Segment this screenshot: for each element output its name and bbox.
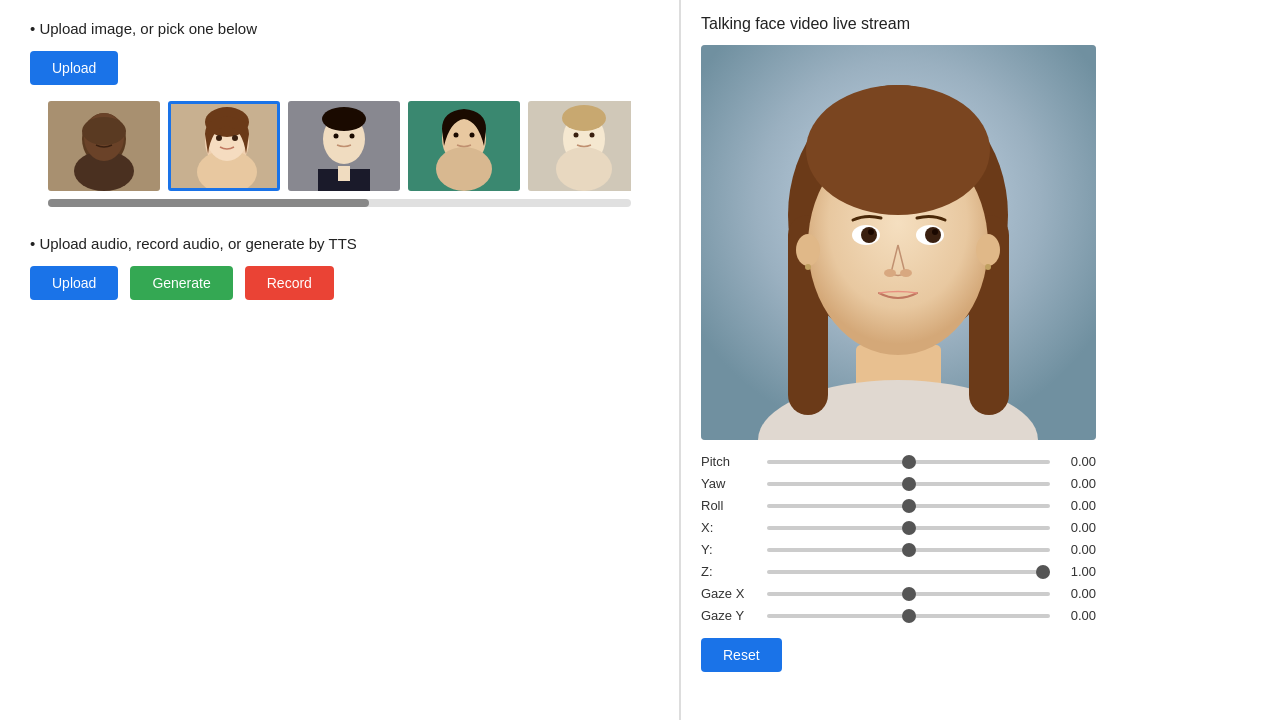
slider-label-0: Pitch	[701, 454, 759, 469]
image-section-title: • Upload image, or pick one below	[30, 20, 649, 37]
slider-value-6: 0.00	[1058, 586, 1096, 601]
slider-row-yaw: Yaw 0.00	[701, 476, 1096, 491]
generate-button[interactable]: Generate	[130, 266, 232, 300]
svg-point-19	[334, 134, 339, 139]
portrait-thumb-5[interactable]	[528, 101, 631, 191]
slider-row-y-: Y: 0.00	[701, 542, 1096, 557]
svg-point-24	[454, 133, 459, 138]
audio-section: • Upload audio, record audio, or generat…	[30, 235, 649, 300]
slider-input-4[interactable]	[767, 548, 1050, 552]
svg-point-50	[805, 264, 811, 270]
face-video-display	[701, 45, 1096, 440]
svg-point-44	[868, 229, 874, 235]
slider-label-2: Roll	[701, 498, 759, 513]
svg-point-46	[884, 269, 896, 277]
portrait-thumb-1[interactable]	[48, 101, 160, 191]
slider-input-2[interactable]	[767, 504, 1050, 508]
slider-value-3: 0.00	[1058, 520, 1096, 535]
slider-value-0: 0.00	[1058, 454, 1096, 469]
svg-point-45	[932, 229, 938, 235]
image-strip-scrollbar[interactable]	[48, 199, 631, 207]
svg-point-23	[436, 147, 492, 191]
left-panel: • Upload image, or pick one below Upload…	[0, 0, 680, 720]
image-upload-section: • Upload image, or pick one below Upload…	[30, 20, 649, 207]
svg-point-29	[562, 105, 606, 131]
svg-point-51	[985, 264, 991, 270]
slider-input-1[interactable]	[767, 482, 1050, 486]
slider-value-5: 1.00	[1058, 564, 1096, 579]
record-button[interactable]: Record	[245, 266, 334, 300]
slider-label-5: Z:	[701, 564, 759, 579]
portrait-thumb-2[interactable]	[168, 101, 280, 191]
slider-value-4: 0.00	[1058, 542, 1096, 557]
svg-point-12	[216, 135, 222, 141]
upload-image-button[interactable]: Upload	[30, 51, 118, 85]
slider-row-roll: Roll 0.00	[701, 498, 1096, 513]
svg-point-30	[574, 133, 579, 138]
svg-point-39	[806, 85, 990, 215]
reset-button[interactable]: Reset	[701, 638, 782, 672]
svg-point-25	[470, 133, 475, 138]
slider-value-7: 0.00	[1058, 608, 1096, 623]
slider-input-5[interactable]	[767, 570, 1050, 574]
svg-point-43	[925, 227, 941, 243]
svg-rect-16	[338, 166, 350, 181]
right-panel: Talking face video live stream	[681, 0, 1280, 720]
slider-row-pitch: Pitch 0.00	[701, 454, 1096, 469]
audio-buttons: Upload Generate Record	[30, 266, 649, 300]
slider-row-gaze-x: Gaze X 0.00	[701, 586, 1096, 601]
slider-value-1: 0.00	[1058, 476, 1096, 491]
svg-point-31	[590, 133, 595, 138]
portrait-thumb-3[interactable]	[288, 101, 400, 191]
slider-label-7: Gaze Y	[701, 608, 759, 623]
svg-point-6	[82, 117, 126, 145]
svg-point-13	[232, 135, 238, 141]
svg-point-42	[861, 227, 877, 243]
portrait-thumb-4[interactable]	[408, 101, 520, 191]
slider-row-z-: Z: 1.00	[701, 564, 1096, 579]
slider-input-0[interactable]	[767, 460, 1050, 464]
audio-section-title: • Upload audio, record audio, or generat…	[30, 235, 649, 252]
svg-point-48	[796, 234, 820, 266]
slider-rows: Pitch 0.00 Yaw 0.00 Roll 0.00 X: 0.00 Y: 0.00 Z: 1.…	[701, 454, 1096, 623]
slider-input-6[interactable]	[767, 592, 1050, 596]
slider-row-gaze-y: Gaze Y 0.00	[701, 608, 1096, 623]
image-strip	[48, 101, 631, 191]
slider-input-7[interactable]	[767, 614, 1050, 618]
scrollbar-thumb	[48, 199, 369, 207]
slider-label-4: Y:	[701, 542, 759, 557]
svg-point-49	[976, 234, 1000, 266]
image-strip-container: ◀	[30, 101, 649, 207]
svg-point-18	[322, 107, 366, 131]
slider-label-6: Gaze X	[701, 586, 759, 601]
slider-row-x-: X: 0.00	[701, 520, 1096, 535]
svg-point-20	[350, 134, 355, 139]
slider-label-1: Yaw	[701, 476, 759, 491]
slider-value-2: 0.00	[1058, 498, 1096, 513]
upload-audio-button[interactable]: Upload	[30, 266, 118, 300]
sliders-area: Pitch 0.00 Yaw 0.00 Roll 0.00 X: 0.00 Y: 0.00 Z: 1.…	[701, 454, 1096, 672]
svg-point-28	[556, 147, 612, 191]
slider-input-3[interactable]	[767, 526, 1050, 530]
svg-point-47	[900, 269, 912, 277]
slider-label-3: X:	[701, 520, 759, 535]
stream-title: Talking face video live stream	[701, 15, 1260, 33]
